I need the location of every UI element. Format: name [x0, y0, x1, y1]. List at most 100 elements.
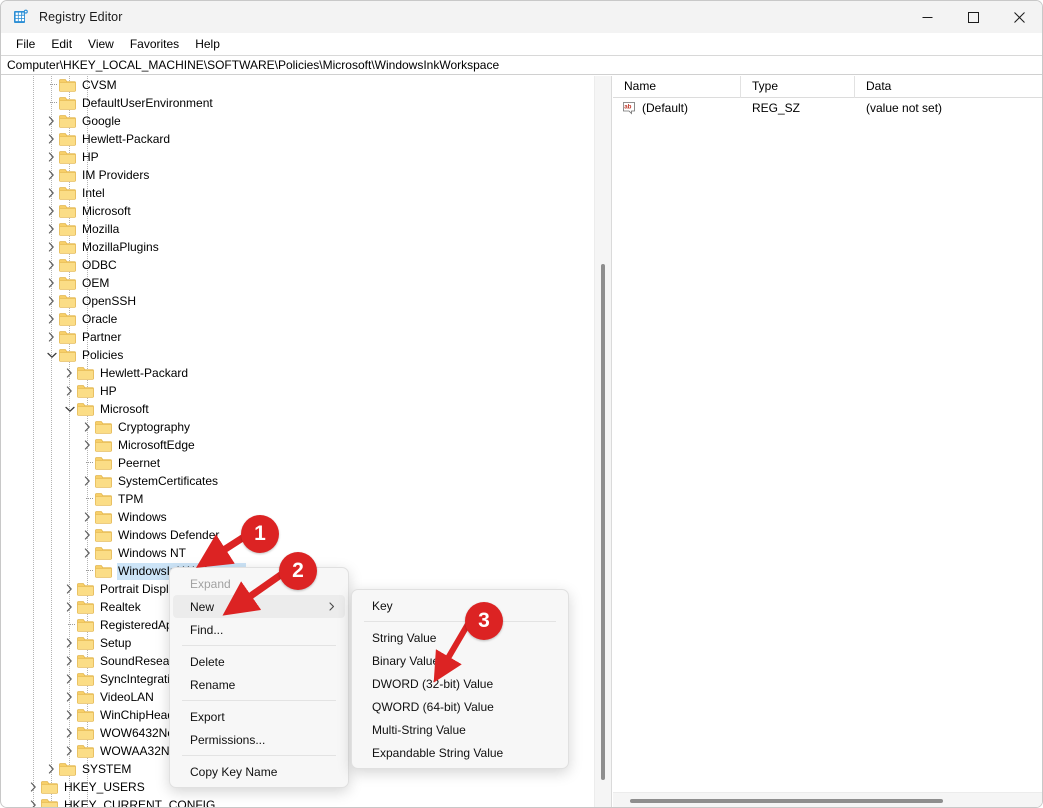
chevron-right-icon[interactable]: [80, 436, 95, 454]
tree-item[interactable]: DefaultUserEnvironment: [2, 94, 594, 112]
tree-item[interactable]: Oracle: [2, 310, 594, 328]
tree-item[interactable]: Peernet: [2, 454, 594, 472]
tree-item[interactable]: HKEY_CURRENT_CONFIG: [2, 796, 594, 808]
tree-scrollbar-thumb[interactable]: [601, 264, 605, 780]
menu-item-copy-key-name[interactable]: Copy Key Name: [173, 760, 345, 783]
new-submenu[interactable]: Key String Value Binary Value DWORD (32-bit…: [351, 589, 569, 769]
menu-help[interactable]: Help: [187, 34, 228, 54]
menu-favorites[interactable]: Favorites: [122, 34, 187, 54]
column-header-type[interactable]: Type: [741, 76, 855, 98]
chevron-down-icon[interactable]: [44, 346, 59, 364]
tree-item[interactable]: OEM: [2, 274, 594, 292]
tree-item[interactable]: Cryptography: [2, 418, 594, 436]
chevron-right-icon[interactable]: [80, 472, 95, 490]
chevron-right-icon[interactable]: [80, 526, 95, 544]
column-header-data[interactable]: Data: [855, 76, 1042, 98]
tree-item[interactable]: Windows Defender: [2, 526, 594, 544]
tree-item[interactable]: Intel: [2, 184, 594, 202]
chevron-right-icon[interactable]: [62, 580, 77, 598]
menu-item-label: Key: [372, 598, 393, 613]
tree-item[interactable]: Mozilla: [2, 220, 594, 238]
tree-item[interactable]: Hewlett-Packard: [2, 364, 594, 382]
menu-file[interactable]: File: [8, 34, 43, 54]
values-horizontal-scrollbar[interactable]: [613, 792, 1042, 807]
chevron-right-icon[interactable]: [26, 778, 41, 796]
close-icon[interactable]: [996, 1, 1042, 33]
chevron-right-icon[interactable]: [62, 688, 77, 706]
menu-item-new[interactable]: New: [173, 595, 345, 618]
tree-item[interactable]: ODBC: [2, 256, 594, 274]
chevron-right-icon[interactable]: [62, 382, 77, 400]
tree-item[interactable]: HP: [2, 148, 594, 166]
chevron-right-icon[interactable]: [44, 112, 59, 130]
chevron-right-icon[interactable]: [62, 670, 77, 688]
chevron-right-icon[interactable]: [80, 418, 95, 436]
tree-item[interactable]: CVSM: [2, 76, 594, 94]
tree-item[interactable]: Google: [2, 112, 594, 130]
chevron-right-icon[interactable]: [80, 508, 95, 526]
chevron-right-icon[interactable]: [44, 166, 59, 184]
chevron-right-icon[interactable]: [44, 238, 59, 256]
menu-item-dword-32-bit-value[interactable]: DWORD (32-bit) Value: [355, 672, 565, 695]
menu-item-delete[interactable]: Delete: [173, 650, 345, 673]
menu-item-find[interactable]: Find...: [173, 618, 345, 641]
chevron-right-icon[interactable]: [62, 706, 77, 724]
chevron-right-icon[interactable]: [44, 274, 59, 292]
chevron-right-icon[interactable]: [44, 256, 59, 274]
menu-item-qword-64-bit-value[interactable]: QWORD (64-bit) Value: [355, 695, 565, 718]
chevron-right-icon[interactable]: [62, 364, 77, 382]
menu-item-permissions[interactable]: Permissions...: [173, 728, 345, 751]
chevron-right-icon[interactable]: [44, 184, 59, 202]
chevron-right-icon[interactable]: [44, 130, 59, 148]
tree-item[interactable]: IM Providers: [2, 166, 594, 184]
chevron-right-icon[interactable]: [62, 598, 77, 616]
tree-item[interactable]: Microsoft: [2, 202, 594, 220]
tree-item[interactable]: OpenSSH: [2, 292, 594, 310]
menu-item-expandable-string-value[interactable]: Expandable String Value: [355, 741, 565, 764]
tree-item[interactable]: Policies: [2, 346, 594, 364]
chevron-right-icon[interactable]: [44, 220, 59, 238]
menu-item-string-value[interactable]: String Value: [355, 626, 565, 649]
menu-item-export[interactable]: Export: [173, 705, 345, 728]
menu-item-key[interactable]: Key: [355, 594, 565, 617]
tree-item[interactable]: Partner: [2, 328, 594, 346]
value-name: (Default): [642, 101, 689, 115]
maximize-icon[interactable]: [950, 1, 996, 33]
address-bar[interactable]: Computer\HKEY_LOCAL_MACHINE\SOFTWARE\Pol…: [1, 55, 1042, 75]
tree-item[interactable]: Windows: [2, 508, 594, 526]
chevron-right-icon[interactable]: [62, 652, 77, 670]
chevron-right-icon[interactable]: [44, 328, 59, 346]
menu-edit[interactable]: Edit: [43, 34, 80, 54]
tree-item-label: HKEY_CURRENT_CONFIG: [64, 797, 216, 808]
chevron-right-icon[interactable]: [44, 292, 59, 310]
tree-item[interactable]: TPM: [2, 490, 594, 508]
menu-view[interactable]: View: [80, 34, 122, 54]
menu-item-multi-string-value[interactable]: Multi-String Value: [355, 718, 565, 741]
table-row[interactable]: ab (Default) REG_SZ (value not set): [613, 98, 1042, 118]
menu-item-binary-value[interactable]: Binary Value: [355, 649, 565, 672]
context-menu[interactable]: Expand New Find... Delete Rename Export Permis…: [169, 567, 349, 788]
tree-item[interactable]: SystemCertificates: [2, 472, 594, 490]
tree-item[interactable]: Hewlett-Packard: [2, 130, 594, 148]
folder-icon: [95, 474, 112, 488]
tree-vertical-scrollbar[interactable]: [594, 76, 611, 807]
chevron-right-icon[interactable]: [62, 742, 77, 760]
column-header-name[interactable]: Name: [613, 76, 741, 98]
menu-item-rename[interactable]: Rename: [173, 673, 345, 696]
chevron-right-icon[interactable]: [62, 724, 77, 742]
tree-item[interactable]: MozillaPlugins: [2, 238, 594, 256]
tree-item[interactable]: MicrosoftEdge: [2, 436, 594, 454]
chevron-down-icon[interactable]: [62, 400, 77, 418]
chevron-right-icon[interactable]: [80, 544, 95, 562]
chevron-right-icon[interactable]: [44, 760, 59, 778]
tree-item[interactable]: HP: [2, 382, 594, 400]
values-scrollbar-thumb[interactable]: [630, 799, 943, 803]
minimize-icon[interactable]: [904, 1, 950, 33]
tree-item-label: Peernet: [118, 455, 161, 470]
tree-item[interactable]: Microsoft: [2, 400, 594, 418]
chevron-right-icon[interactable]: [26, 796, 41, 807]
chevron-right-icon[interactable]: [44, 202, 59, 220]
chevron-right-icon[interactable]: [44, 310, 59, 328]
chevron-right-icon[interactable]: [62, 634, 77, 652]
chevron-right-icon[interactable]: [44, 148, 59, 166]
